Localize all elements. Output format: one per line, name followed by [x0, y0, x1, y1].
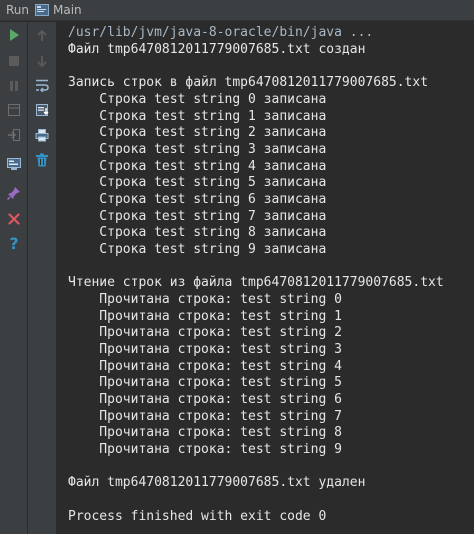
console-line: Прочитана строка: test string 8: [68, 425, 342, 440]
restore-layout-button[interactable]: [3, 100, 25, 122]
console-line: Строка test string 7 записана: [68, 209, 327, 224]
scroll-to-end-icon: [35, 102, 49, 121]
restore-layout-icon: [7, 102, 21, 121]
console-line: Прочитана строка: test string 5: [68, 375, 342, 390]
tab-main[interactable]: Main: [53, 3, 82, 17]
close-icon: [8, 210, 20, 229]
console-line: Process finished with exit code 0: [68, 509, 327, 524]
down-arrow-button[interactable]: [31, 50, 53, 72]
exit-button[interactable]: [3, 125, 25, 147]
console-line: Прочитана строка: test string 0: [68, 292, 342, 307]
console-line: Строка test string 3 записана: [68, 142, 327, 157]
console-line: Строка test string 1 записана: [68, 109, 327, 124]
console-line: Прочитана строка: test string 6: [68, 392, 342, 407]
console-line: Прочитана строка: test string 4: [68, 359, 342, 374]
rerun-icon: [7, 27, 21, 46]
help-button[interactable]: ?: [3, 233, 25, 255]
console-line: Строка test string 2 записана: [68, 125, 327, 140]
console-line: Запись строк в файл tmp64708120117790076…: [68, 75, 429, 90]
run-tool-window-header: Run Main: [0, 0, 474, 21]
left-toolbar: ?: [0, 22, 28, 534]
scroll-to-end-button[interactable]: [31, 100, 53, 122]
soft-wrap-icon: [35, 77, 49, 96]
stop-button[interactable]: [3, 50, 25, 72]
console-line: Файл tmp6470812011779007685.txt создан: [68, 42, 366, 57]
up-arrow-icon: [36, 27, 48, 46]
console-line: Чтение строк из файла tmp647081201177900…: [68, 275, 444, 290]
console-line: Прочитана строка: test string 7: [68, 409, 342, 424]
print-icon: [35, 127, 49, 146]
console-line: Строка test string 6 записана: [68, 192, 327, 207]
help-icon: ?: [9, 234, 19, 253]
rerun-button[interactable]: [3, 25, 25, 47]
up-arrow-button[interactable]: [31, 25, 53, 47]
dump-threads-icon: [6, 156, 22, 175]
pause-icon: [8, 77, 20, 96]
pause-button[interactable]: [3, 75, 25, 97]
run-configuration-icon: [35, 4, 50, 16]
stop-icon: [8, 52, 20, 71]
console-line: Прочитана строка: test string 2: [68, 325, 342, 340]
console-line: Строка test string 0 записана: [68, 92, 327, 107]
console-line: Прочитана строка: test string 9: [68, 442, 342, 457]
console-output[interactable]: /usr/lib/jvm/java-8-oracle/bin/java ... …: [57, 22, 474, 534]
console-line: Строка test string 4 записана: [68, 159, 327, 174]
print-button[interactable]: [31, 125, 53, 147]
soft-wrap-button[interactable]: [31, 75, 53, 97]
pin-tab-button[interactable]: [3, 183, 25, 205]
down-arrow-icon: [36, 52, 48, 71]
tool-window-title: Run: [6, 3, 30, 17]
dump-threads-button[interactable]: [3, 154, 25, 176]
close-button[interactable]: [3, 208, 25, 230]
console-line: Строка test string 5 записана: [68, 175, 327, 190]
console-line: Прочитана строка: test string 3: [68, 342, 342, 357]
clear-all-icon: [35, 152, 49, 171]
pin-tab-icon: [6, 185, 21, 204]
exit-icon: [7, 127, 21, 146]
console-line: Файл tmp6470812011779007685.txt удален: [68, 475, 366, 490]
console-actions-toolbar: [28, 22, 57, 534]
console-line: Строка test string 9 записана: [68, 242, 327, 257]
console-line: Прочитана строка: test string 1: [68, 309, 342, 324]
console-command-line: /usr/lib/jvm/java-8-oracle/bin/java ...: [68, 25, 374, 40]
clear-all-button[interactable]: [31, 150, 53, 172]
console-line: Строка test string 8 записана: [68, 225, 327, 240]
